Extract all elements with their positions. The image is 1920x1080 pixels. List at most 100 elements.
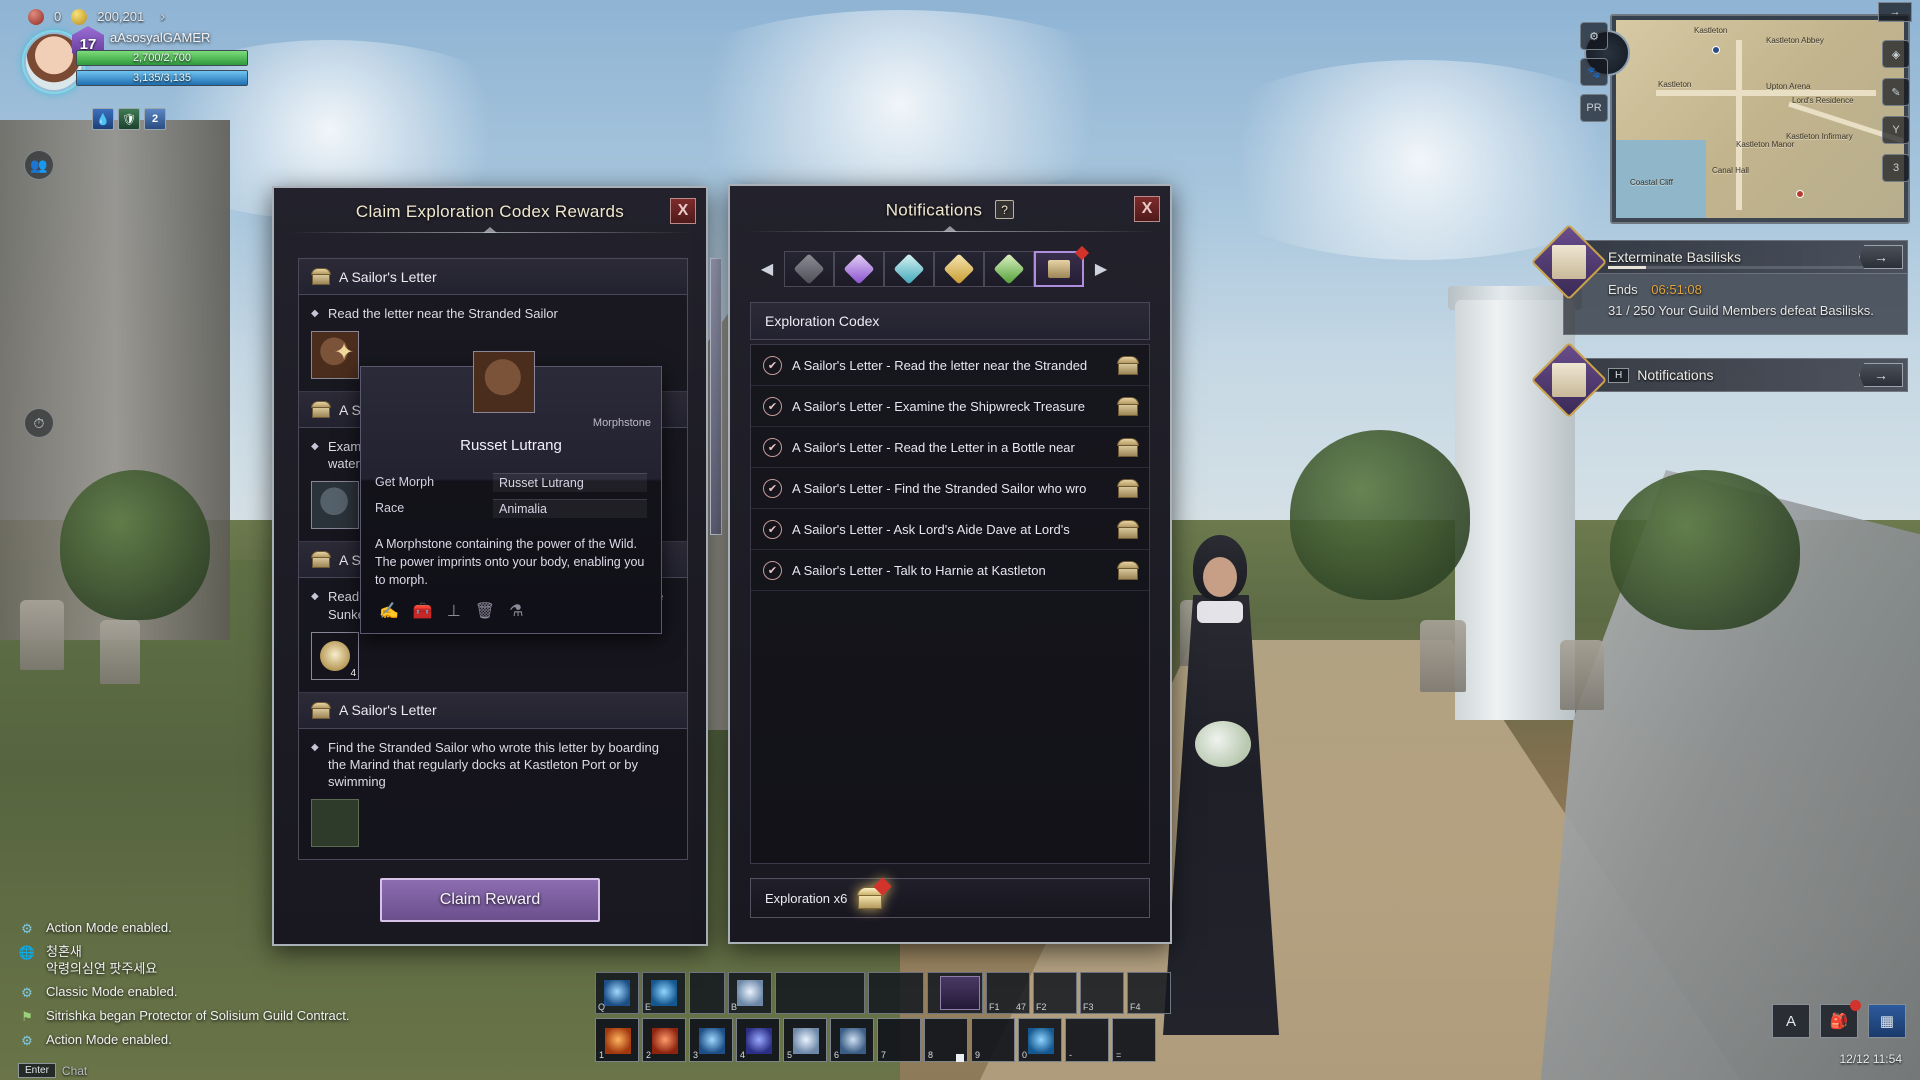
skill-slot-5[interactable]: 5 <box>783 1018 827 1062</box>
currency-expand-icon[interactable]: › <box>160 8 165 25</box>
notification-footer[interactable]: Exploration x6 <box>750 877 1150 918</box>
bag-icon[interactable]: 🎒 <box>1820 1000 1861 1038</box>
close-icon[interactable]: X <box>1134 196 1160 222</box>
action-bar[interactable]: Q E B 5 47F1 F2 F3 F4 1 2 3 4 5 6 7 8 9 … <box>595 970 1325 1062</box>
notification-row[interactable]: ✔ A Sailor's Letter - Read the letter ne… <box>751 345 1149 386</box>
notifications-tracker-row[interactable]: H Notifications → <box>1530 341 1908 419</box>
close-icon[interactable]: X <box>670 198 696 224</box>
notification-row[interactable]: ✔ A Sailor's Letter - Talk to Harnie at … <box>751 550 1149 591</box>
action-slot-mount[interactable] <box>775 972 865 1014</box>
chat-line: ⚙ Classic Mode enabled. <box>18 984 618 1002</box>
skill-slot-equals[interactable]: = <box>1112 1018 1156 1062</box>
skill-slot-0[interactable]: 0 <box>1018 1018 1062 1062</box>
bottom-right-buttons[interactable]: A 🎒 ▦ <box>1772 1000 1906 1038</box>
reward-row[interactable]: 4 <box>311 631 675 680</box>
reward-slot-morphstone[interactable]: ✦ <box>311 331 359 380</box>
action-slot-e[interactable]: E <box>642 972 686 1014</box>
quest-expand-arrow[interactable]: → <box>1859 245 1903 269</box>
minimap[interactable]: Kastleton Kastleton Abbey Kastleton Kast… <box>1584 14 1910 224</box>
chest-icon[interactable] <box>1117 355 1139 375</box>
chevron-right-icon[interactable]: ▶ <box>1084 252 1118 286</box>
tab-purple[interactable] <box>834 251 884 287</box>
chevron-left-icon[interactable]: ◀ <box>750 252 784 286</box>
chest-icon[interactable] <box>1117 478 1139 498</box>
chat-text[interactable]: Sitrishka began Protector of Solisium Gu… <box>46 1008 349 1025</box>
help-icon[interactable]: ? <box>995 200 1015 219</box>
menu-icon[interactable]: ▦ <box>1868 1004 1906 1038</box>
skill-slot-1[interactable]: 1 <box>595 1018 639 1062</box>
action-slot-f4[interactable]: F4 <box>1127 972 1171 1014</box>
zoom-marker-y-icon[interactable]: Y <box>1882 116 1910 144</box>
timer-button[interactable]: ⏱ <box>24 408 54 438</box>
codex-task: ◆ Read the letter near the Stranded Sail… <box>311 305 675 322</box>
water-buff-icon[interactable]: 💧 <box>92 108 114 130</box>
skill-slot-2[interactable]: 2 <box>642 1018 686 1062</box>
action-slot-q[interactable]: Q <box>595 972 639 1014</box>
claim-reward-button[interactable]: Claim Reward <box>380 878 600 922</box>
action-slot-f1[interactable]: 47 F1 <box>986 972 1030 1014</box>
reward-slot-hidden[interactable] <box>311 799 359 848</box>
skill-slot-minus[interactable]: - <box>1065 1018 1109 1062</box>
chest-icon[interactable] <box>1117 396 1139 416</box>
action-slot-b[interactable]: B <box>728 972 772 1014</box>
tab-green[interactable] <box>984 251 1034 287</box>
trash-icon: 🗑 <box>474 603 496 620</box>
codex-scrollbar-thumb[interactable] <box>710 258 722 535</box>
settings-icon[interactable]: ⚙ <box>1580 22 1608 50</box>
codex-scrollbar[interactable] <box>710 258 722 860</box>
chest-icon[interactable] <box>1117 560 1139 580</box>
zoom-level-badge[interactable]: 3 <box>1882 154 1910 182</box>
reward-slot-sollant[interactable]: 4 <box>311 631 359 680</box>
notifications-tracker[interactable]: H Notifications → <box>1530 341 1908 419</box>
mount-button[interactable] <box>940 976 980 1010</box>
chat-input[interactable]: Enter Chat <box>18 1063 87 1078</box>
gold-amount: 200,201 <box>97 9 145 24</box>
minimap-pin[interactable] <box>1712 46 1720 54</box>
tree <box>1290 430 1470 600</box>
npc-character[interactable] <box>1155 535 1285 1035</box>
skill-slot-4[interactable]: 4 <box>736 1018 780 1062</box>
skill-slot-7[interactable]: 7 <box>877 1018 921 1062</box>
action-slot-f2[interactable]: F2 <box>1033 972 1077 1014</box>
pet-icon[interactable]: 🐾 <box>1580 58 1608 86</box>
codex-task-text: Find the Stranded Sailor who wrote this … <box>328 739 659 790</box>
notification-row[interactable]: ✔ A Sailor's Letter - Ask Lord's Aide Da… <box>751 509 1149 550</box>
action-slot-blank-1[interactable] <box>689 972 725 1014</box>
nature-buff-icon[interactable]: 🛡 <box>118 108 140 130</box>
notification-list[interactable]: ✔ A Sailor's Letter - Read the letter ne… <box>750 344 1150 864</box>
skill-slot-6[interactable]: 6 <box>830 1018 874 1062</box>
character-icon[interactable]: A <box>1772 1004 1810 1038</box>
skill-slot-9[interactable]: 9 <box>971 1018 1015 1062</box>
tab-cyan[interactable] <box>884 251 934 287</box>
notification-row[interactable]: ✔ A Sailor's Letter - Read the Letter in… <box>751 427 1149 468</box>
skill-slot-key: 3 <box>693 1050 699 1060</box>
notifications-expand-arrow[interactable]: → <box>1859 363 1903 387</box>
quest-title-row[interactable]: Exterminate Basilisks → <box>1530 223 1908 301</box>
hud-collapse-arrow[interactable]: → <box>1878 2 1912 22</box>
map-note-icon[interactable]: ✎ <box>1882 78 1910 106</box>
minimap-pin[interactable] <box>1796 190 1804 198</box>
reward-slot-morphstone[interactable] <box>311 481 359 530</box>
tab-all[interactable] <box>784 251 834 287</box>
party-button[interactable]: 👥 <box>24 150 54 180</box>
notification-tabs[interactable]: ◀ ▶ <box>750 245 1150 290</box>
notification-text: A Sailor's Letter - Ask Lord's Aide Dave… <box>792 521 1070 537</box>
compass-toggle-icon[interactable]: ◈ <box>1882 40 1910 68</box>
minimap-canvas[interactable]: Kastleton Kastleton Abbey Kastleton Kast… <box>1616 20 1904 218</box>
action-slot-potion[interactable] <box>868 972 924 1014</box>
minimap-label: Lord's Residence <box>1792 96 1854 105</box>
pr-icon[interactable]: PR <box>1580 94 1608 122</box>
reward-row[interactable] <box>311 799 675 848</box>
tab-exploration[interactable] <box>1034 245 1090 287</box>
action-slot-f3[interactable]: F3 <box>1080 972 1124 1014</box>
notification-row[interactable]: ✔ A Sailor's Letter - Examine the Shipwr… <box>751 386 1149 427</box>
stack-buff-icon[interactable]: 2 <box>144 108 166 130</box>
chest-icon[interactable] <box>1117 437 1139 457</box>
currency-row[interactable]: 0 200,201 › <box>28 8 165 25</box>
notification-row[interactable]: ✔ A Sailor's Letter - Find the Stranded … <box>751 468 1149 509</box>
notifications-window[interactable]: Notifications ? X ◀ ▶ Exploration Codex … <box>728 184 1172 944</box>
skill-slot-3[interactable]: 3 <box>689 1018 733 1062</box>
quest-tracker[interactable]: Exterminate Basilisks → Ends 06:51:08 31… <box>1530 223 1908 335</box>
chest-icon[interactable] <box>1117 519 1139 539</box>
tab-gold[interactable] <box>934 251 984 287</box>
